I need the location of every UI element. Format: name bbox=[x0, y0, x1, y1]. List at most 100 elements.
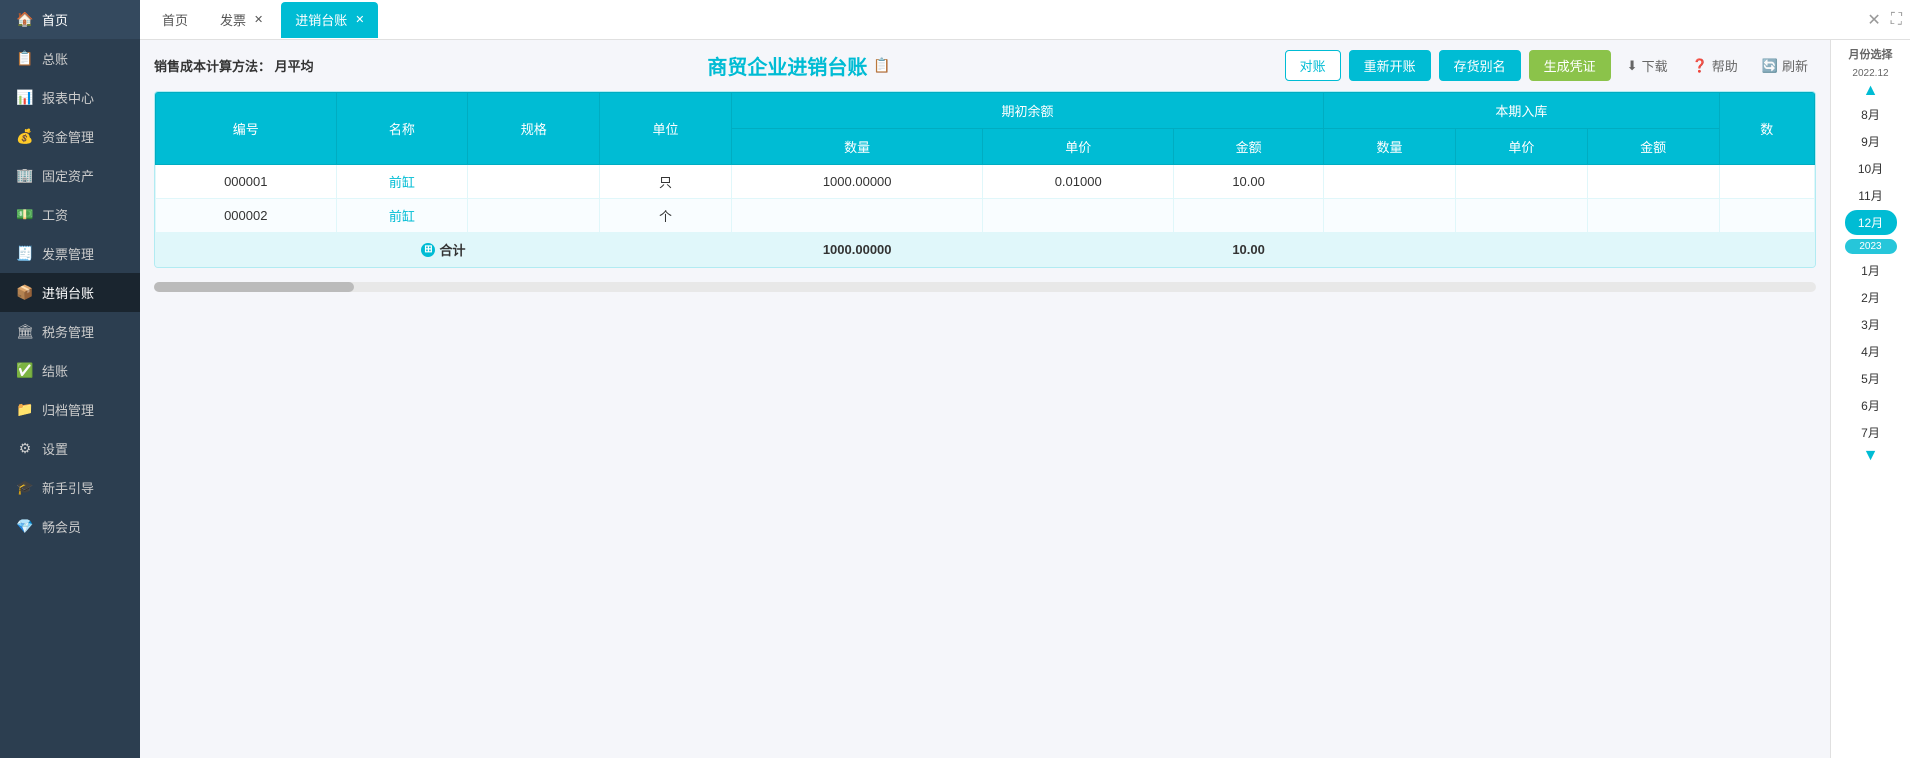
sidebar-item-label: 税务管理 bbox=[42, 322, 94, 341]
tab-purchase-sales[interactable]: 进销台账 ✕ bbox=[281, 2, 378, 38]
sidebar-item-label: 工资 bbox=[42, 205, 68, 224]
month-7[interactable]: 7月 bbox=[1845, 420, 1897, 445]
sidebar-item-label: 设置 bbox=[42, 439, 68, 458]
sidebar-item-label: 归档管理 bbox=[42, 400, 94, 419]
sidebar-item-label: 发票管理 bbox=[42, 244, 94, 263]
help-icon: ❓ bbox=[1692, 58, 1708, 74]
month-6[interactable]: 6月 bbox=[1845, 393, 1897, 418]
month-panel-title: 月份选择 bbox=[1849, 46, 1893, 62]
member-icon: 💎 bbox=[16, 518, 34, 535]
th-current-in-qty2: 数 bbox=[1719, 93, 1814, 165]
month-4[interactable]: 4月 bbox=[1845, 339, 1897, 364]
page-area: 销售成本计算方法： 月平均 商贸企业进销台账 📋 对账 重新开账 存货别名 生成… bbox=[140, 40, 1830, 758]
total-label-cell: ⊞ 合计 bbox=[156, 233, 732, 267]
table-row: 000002 前缸 个 bbox=[156, 199, 1815, 233]
row1-extra bbox=[1719, 165, 1814, 199]
tax-icon: 🏛 bbox=[16, 323, 34, 340]
sidebar-item-label: 进销台账 bbox=[42, 283, 94, 302]
sidebar-item-purchase-sales[interactable]: 📦 进销台账 bbox=[0, 273, 140, 312]
sidebar-item-assets[interactable]: 🏢 固定资产 bbox=[0, 156, 140, 195]
sidebar-item-label: 资金管理 bbox=[42, 127, 94, 146]
th-opening-balance: 期初余额 bbox=[731, 93, 1323, 129]
total-icon: ⊞ bbox=[421, 243, 435, 257]
year-2022-badge: 2022.12 bbox=[1852, 68, 1888, 79]
month-11[interactable]: 11月 bbox=[1845, 183, 1897, 208]
page-title: 商贸企业进销台账 📋 bbox=[707, 51, 890, 80]
row1-spec bbox=[468, 165, 600, 199]
th-current-in-amount: 金额 bbox=[1587, 129, 1719, 165]
download-button[interactable]: ⬇ 下载 bbox=[1619, 51, 1676, 80]
page-title-text: 商贸企业进销台账 bbox=[707, 51, 867, 80]
th-current-in-price: 单价 bbox=[1455, 129, 1587, 165]
th-current-in-qty: 数量 bbox=[1324, 129, 1456, 165]
refresh-icon: 🔄 bbox=[1762, 58, 1778, 74]
scrollbar-thumb bbox=[154, 282, 354, 292]
window-close-button[interactable]: ✕ bbox=[1867, 10, 1880, 30]
month-8[interactable]: 8月 bbox=[1845, 102, 1897, 127]
total-opening-amount: 10.00 bbox=[1174, 233, 1324, 267]
month-9[interactable]: 9月 bbox=[1845, 129, 1897, 154]
sidebar-item-archive[interactable]: 📁 归档管理 bbox=[0, 390, 140, 429]
month-2[interactable]: 2月 bbox=[1845, 285, 1897, 310]
info-bar: 销售成本计算方法： 月平均 商贸企业进销台账 📋 对账 重新开账 存货别名 生成… bbox=[154, 50, 1816, 81]
data-table-wrap: 编号 名称 规格 单位 期初余额 本期入库 数 数量 单价 金额 数 bbox=[154, 91, 1816, 268]
tab-home-label: 首页 bbox=[162, 10, 188, 29]
window-maximize-button[interactable]: ⛶ bbox=[1891, 11, 1902, 29]
generate-voucher-button[interactable]: 生成凭证 bbox=[1529, 50, 1611, 81]
help-button[interactable]: ❓ 帮助 bbox=[1684, 51, 1746, 80]
th-opening-qty: 数量 bbox=[731, 129, 982, 165]
month-12[interactable]: 12月 bbox=[1845, 210, 1897, 235]
row2-extra bbox=[1719, 199, 1814, 233]
home-icon: 🏠 bbox=[16, 11, 34, 28]
month-1[interactable]: 1月 bbox=[1845, 258, 1897, 283]
row2-current-in-price bbox=[1455, 199, 1587, 233]
row2-spec bbox=[468, 199, 600, 233]
total-extra bbox=[1719, 233, 1814, 267]
toolbar: 对账 重新开账 存货别名 生成凭证 ⬇ 下载 ❓ 帮助 🔄 刷新 bbox=[1285, 50, 1816, 81]
sidebar-item-label: 结账 bbox=[42, 361, 68, 380]
total-opening-price bbox=[983, 233, 1174, 267]
content-area: 销售成本计算方法： 月平均 商贸企业进销台账 📋 对账 重新开账 存货别名 生成… bbox=[140, 40, 1910, 758]
sidebar-item-ledger[interactable]: 📋 总账 bbox=[0, 39, 140, 78]
year-2023-badge: 2023 bbox=[1845, 239, 1897, 254]
tab-home[interactable]: 首页 bbox=[148, 2, 202, 38]
month-5[interactable]: 5月 bbox=[1845, 366, 1897, 391]
save-alias-button[interactable]: 存货别名 bbox=[1439, 50, 1521, 81]
refresh-button[interactable]: 🔄 刷新 bbox=[1754, 51, 1816, 80]
sidebar-item-guide[interactable]: 🎓 新手引导 bbox=[0, 468, 140, 507]
reopen-button[interactable]: 重新开账 bbox=[1349, 50, 1431, 81]
reports-icon: 📊 bbox=[16, 89, 34, 106]
assets-icon: 🏢 bbox=[16, 167, 34, 184]
row2-unit: 个 bbox=[600, 199, 732, 233]
archive-icon: 📁 bbox=[16, 401, 34, 418]
page-title-icon[interactable]: 📋 bbox=[873, 57, 890, 74]
sidebar-item-tax[interactable]: 🏛 税务管理 bbox=[0, 312, 140, 351]
tab-invoice-close[interactable]: ✕ bbox=[254, 13, 263, 26]
th-unit: 单位 bbox=[600, 93, 732, 165]
row1-current-in-amount bbox=[1587, 165, 1719, 199]
sidebar-item-reports[interactable]: 📊 报表中心 bbox=[0, 78, 140, 117]
horizontal-scrollbar[interactable] bbox=[154, 282, 1816, 292]
sidebar-item-label: 报表中心 bbox=[42, 88, 94, 107]
sidebar-item-member[interactable]: 💎 畅会员 bbox=[0, 507, 140, 546]
sidebar-item-checkout[interactable]: ✅ 结账 bbox=[0, 351, 140, 390]
sidebar-item-salary[interactable]: 💵 工资 bbox=[0, 195, 140, 234]
reconcile-button[interactable]: 对账 bbox=[1285, 50, 1341, 81]
settings-icon: ⚙ bbox=[16, 440, 34, 457]
tab-invoice[interactable]: 发票 ✕ bbox=[206, 2, 277, 38]
month-10[interactable]: 10月 bbox=[1845, 156, 1897, 181]
month-scroll-up[interactable]: ▲ bbox=[1863, 81, 1879, 101]
total-opening-qty: 1000.00000 bbox=[731, 233, 982, 267]
data-table: 编号 名称 规格 单位 期初余额 本期入库 数 数量 单价 金额 数 bbox=[155, 92, 1815, 267]
sidebar-item-settings[interactable]: ⚙ 设置 bbox=[0, 429, 140, 468]
sidebar-item-home[interactable]: 🏠 首页 bbox=[0, 0, 140, 39]
sidebar-item-invoice-mgmt[interactable]: 🧾 发票管理 bbox=[0, 234, 140, 273]
sidebar-item-funds[interactable]: 💰 资金管理 bbox=[0, 117, 140, 156]
month-scroll-down[interactable]: ▼ bbox=[1863, 446, 1879, 466]
table-row: 000001 前缸 只 1000.00000 0.01000 10.00 bbox=[156, 165, 1815, 199]
refresh-label: 刷新 bbox=[1782, 56, 1808, 75]
row1-unit: 只 bbox=[600, 165, 732, 199]
tab-purchase-sales-close[interactable]: ✕ bbox=[355, 13, 364, 26]
month-3[interactable]: 3月 bbox=[1845, 312, 1897, 337]
row2-current-in-qty bbox=[1324, 199, 1456, 233]
